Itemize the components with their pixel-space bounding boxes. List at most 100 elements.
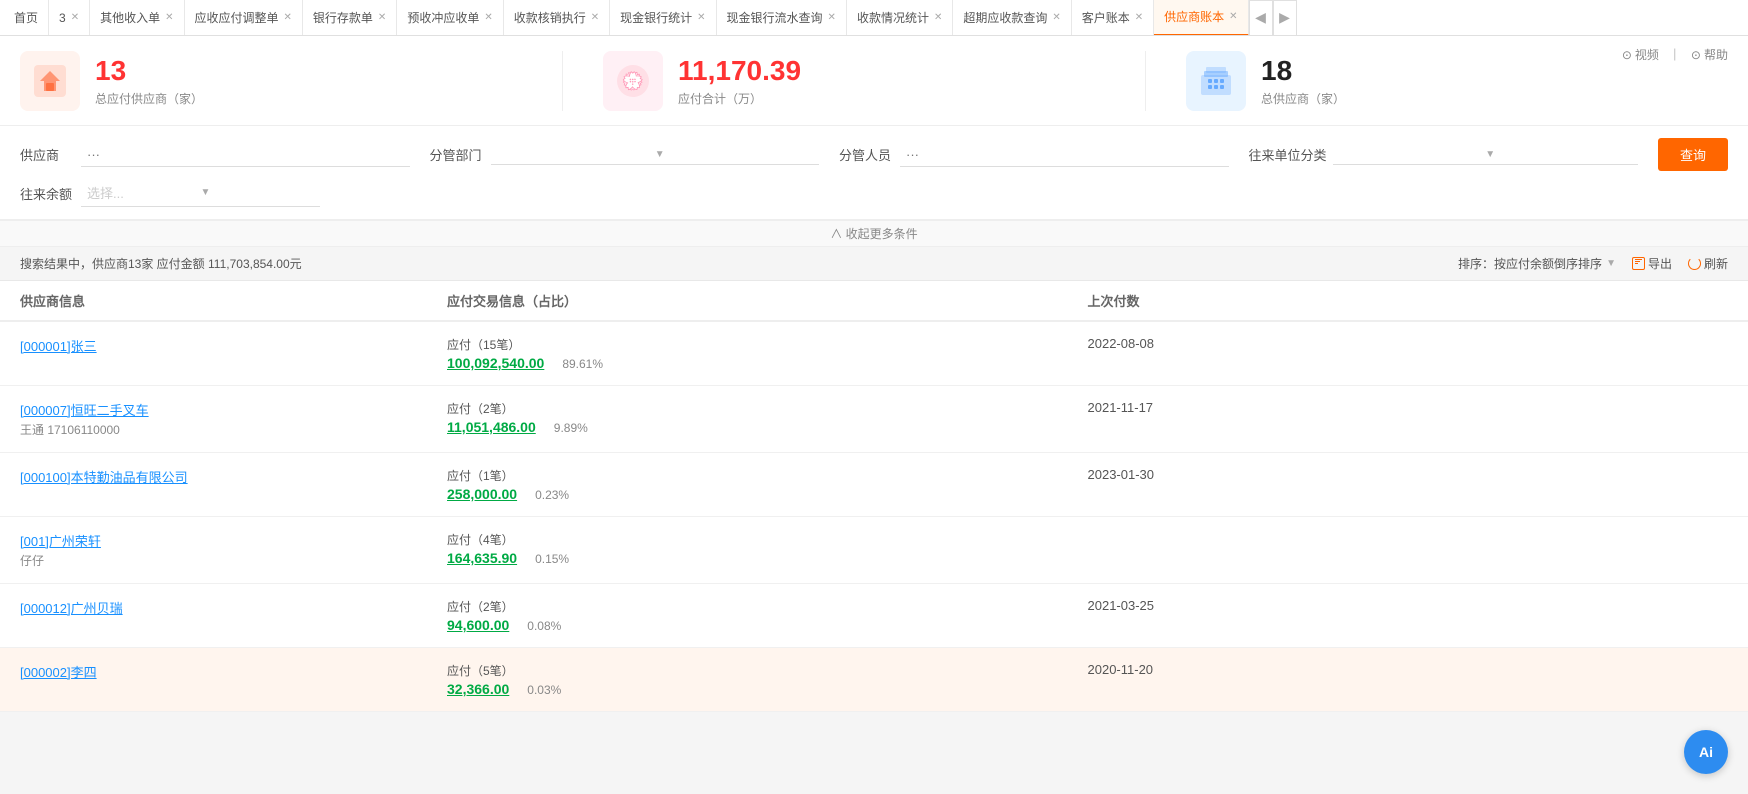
supplier-link-4[interactable]: [001]广州荣轩 (20, 531, 447, 550)
balance-filter-label: 往来余额 (20, 184, 75, 203)
supplier-link-5[interactable]: [000012]广州贝瑞 (20, 598, 447, 617)
balance-filter-arrow: ▼ (201, 187, 315, 198)
nav-tab-overdue[interactable]: 超期应收款查询 ✕ (953, 0, 1071, 36)
refresh-button[interactable]: 刷新 (1688, 255, 1728, 272)
close-supplier[interactable]: ✕ (1229, 11, 1237, 22)
stat-text-payable-total: 11,170.39 应付合计（万） (678, 54, 801, 107)
filter-row-1: 供应商 分管部门 ▼ 分管人员 往来单位分类 ▼ 查询 (20, 138, 1728, 171)
table-row: [000012]广州贝瑞 应付（2笔） 94,600.00 0.08% 2021… (0, 584, 1748, 648)
dept-filter-arrow: ▼ (655, 149, 813, 160)
nav-tab-prepay-label: 预收冲应收单 (407, 9, 479, 26)
balance-filter-select[interactable]: 选择... ▼ (81, 179, 320, 207)
export-button[interactable]: 导出 (1632, 255, 1672, 272)
transaction-info-6: 应付（5笔） 32,366.00 0.03% (447, 662, 1088, 697)
nav-tab-prepay[interactable]: 预收冲应收单 ✕ (397, 0, 503, 36)
trans-amount-2[interactable]: 11,051,486.00 (447, 419, 536, 435)
nav-tab-3-label: 3 (59, 11, 66, 25)
sort-select[interactable]: 排序：按应付余额倒序排序 ▼ (1458, 255, 1616, 272)
result-summary: 搜索结果中，供应商13家 应付金额 111,703,854.00元 (20, 255, 302, 272)
trans-row-2: 11,051,486.00 9.89% (447, 417, 1088, 435)
supplier-link-3[interactable]: [000100]本特勤油品有限公司 (20, 467, 447, 486)
category-filter-arrow: ▼ (1485, 149, 1632, 160)
table-row: [000007]恒旺二手叉车 王通 17106110000 应付（2笔） 11,… (0, 386, 1748, 453)
trans-row-1: 100,092,540.00 89.61% (447, 353, 1088, 371)
header-supplier: 供应商信息 (20, 291, 447, 310)
header-transaction: 应付交易信息（占比） (447, 291, 1088, 310)
category-filter-select[interactable]: ▼ (1333, 145, 1638, 165)
filter-person: 分管人员 (839, 143, 1229, 167)
nav-tab-3[interactable]: 3 ✕ (49, 0, 90, 36)
nav-tab-cash-bank-stat-label: 现金银行统计 (620, 9, 692, 26)
dept-filter-select[interactable]: ▼ (491, 145, 820, 165)
close-other-income[interactable]: ✕ (165, 12, 173, 23)
close-bank-deposit[interactable]: ✕ (378, 12, 386, 23)
stat-icon-payable (20, 51, 80, 111)
nav-tab-other-income[interactable]: 其他收入单 ✕ (90, 0, 184, 36)
trans-amount-1[interactable]: 100,092,540.00 (447, 355, 544, 371)
stat-icon-payable-total: 💮 (603, 51, 663, 111)
nav-tab-cash-bank-flow-label: 现金银行流水查询 (727, 9, 823, 26)
close-ap-adjust[interactable]: ✕ (284, 12, 292, 23)
collapse-label: ∧ 收起更多条件 (830, 227, 917, 241)
ai-button[interactable]: Ai (1684, 730, 1728, 774)
table-row: [000001]张三 应付（15笔） 100,092,540.00 89.61%… (0, 322, 1748, 386)
trans-pct-6: 0.03% (527, 683, 561, 697)
close-cash-bank-stat[interactable]: ✕ (697, 12, 705, 23)
close-collect-verify[interactable]: ✕ (591, 12, 599, 23)
nav-tab-3-close[interactable]: ✕ (71, 12, 79, 23)
close-collect-stat[interactable]: ✕ (934, 12, 942, 23)
nav-tab-cash-bank-stat[interactable]: 现金银行统计 ✕ (610, 0, 716, 36)
trans-amount-4[interactable]: 164,635.90 (447, 550, 517, 566)
transaction-info-5: 应付（2笔） 94,600.00 0.08% (447, 598, 1088, 633)
nav-tab-home-label: 首页 (14, 9, 38, 26)
person-filter-input[interactable] (900, 143, 1229, 167)
supplier-filter-label: 供应商 (20, 145, 75, 164)
close-customer[interactable]: ✕ (1135, 12, 1143, 23)
trans-pct-1: 89.61% (562, 357, 603, 371)
trans-label-6: 应付（5笔） (447, 662, 1088, 679)
nav-tab-collect-verify[interactable]: 收款核销执行 ✕ (504, 0, 610, 36)
supplier-filter-input[interactable] (81, 143, 410, 167)
nav-tab-home[interactable]: 首页 (4, 0, 49, 36)
query-button[interactable]: 查询 (1658, 138, 1728, 171)
trans-pct-5: 0.08% (527, 619, 561, 633)
supplier-link-6[interactable]: [000002]李四 (20, 662, 447, 681)
trans-amount-5[interactable]: 94,600.00 (447, 617, 509, 633)
trans-amount-3[interactable]: 258,000.00 (447, 486, 517, 502)
nav-tab-customer[interactable]: 客户账本 ✕ (1072, 0, 1154, 36)
trans-label-2: 应付（2笔） (447, 400, 1088, 417)
trans-label-1: 应付（15笔） (447, 336, 1088, 353)
sort-label: 排序：按应付余额倒序排序 (1458, 255, 1602, 272)
collapse-bar[interactable]: ∧ 收起更多条件 (0, 220, 1748, 247)
filter-balance: 往来余额 选择... ▼ (20, 179, 320, 207)
export-icon (1632, 257, 1645, 270)
table-row: [000100]本特勤油品有限公司 应付（1笔） 258,000.00 0.23… (0, 453, 1748, 517)
supplier-link-2[interactable]: [000007]恒旺二手叉车 (20, 400, 447, 419)
table-row: [001]广州荣轩 仔仔 应付（4笔） 164,635.90 0.15% (0, 517, 1748, 584)
close-cash-bank-flow[interactable]: ✕ (828, 12, 836, 23)
close-prepay[interactable]: ✕ (484, 12, 492, 23)
filter-supplier: 供应商 (20, 143, 410, 167)
help-link[interactable]: ⊙ 帮助 (1691, 46, 1728, 63)
nav-tab-supplier[interactable]: 供应商账本 ✕ (1154, 0, 1248, 36)
nav-tab-other-income-label: 其他收入单 (100, 9, 160, 26)
table-header-row: 供应商信息 应付交易信息（占比） 上次付数 (0, 281, 1748, 322)
supplier-info-5: [000012]广州贝瑞 (20, 598, 447, 617)
trans-label-5: 应付（2笔） (447, 598, 1088, 615)
nav-tab-bank-deposit[interactable]: 银行存款单 ✕ (303, 0, 397, 36)
nav-tab-cash-bank-flow[interactable]: 现金银行流水查询 ✕ (717, 0, 847, 36)
nav-next-arrow[interactable]: ▶ (1273, 0, 1297, 36)
nav-prev-arrow[interactable]: ◀ (1249, 0, 1273, 36)
trans-amount-6[interactable]: 32,366.00 (447, 681, 509, 697)
nav-tab-collect-stat[interactable]: 收款情况统计 ✕ (847, 0, 953, 36)
supplier-link-1[interactable]: [000001]张三 (20, 336, 447, 355)
close-overdue[interactable]: ✕ (1052, 12, 1060, 23)
lastpay-1: 2022-08-08 (1088, 336, 1515, 351)
lastpay-3: 2023-01-30 (1088, 467, 1515, 482)
nav-tab-ap-adjust[interactable]: 应收应付调整单 ✕ (185, 0, 303, 36)
balance-filter-value: 选择... (87, 183, 201, 202)
video-link[interactable]: ⊙ 视频 (1622, 46, 1659, 63)
stat-label-total-suppliers: 总供应商（家） (1261, 90, 1345, 107)
stat-label-payable-suppliers: 总应付供应商（家） (95, 90, 203, 107)
supplier-sub-4: 仔仔 (20, 552, 447, 569)
